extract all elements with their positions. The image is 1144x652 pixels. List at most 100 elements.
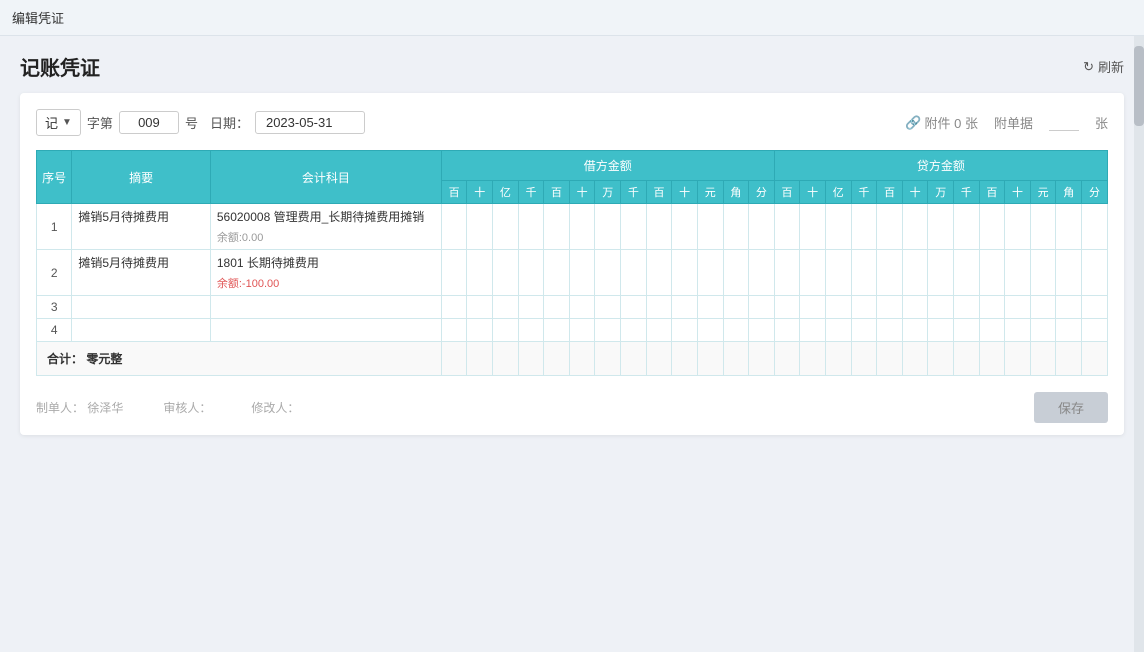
table-row: 1 摊销5月待摊费用 56020008 管理费用_长期待摊费用摊销 余额:0.0…: [37, 204, 1108, 250]
row-2-summary[interactable]: 摊销5月待摊费用: [72, 250, 211, 296]
row-1-c9[interactable]: [979, 204, 1005, 250]
table-row: 2 摊销5月待摊费用 1801 长期待摊费用 余额:-100.00: [37, 250, 1108, 296]
debit-col-2: 十: [467, 181, 493, 204]
save-button[interactable]: 保存: [1034, 392, 1108, 423]
row-2-c9[interactable]: [979, 250, 1005, 296]
attachment-link[interactable]: 🔗 附件 0 张: [905, 113, 978, 132]
row-1-summary[interactable]: 摊销5月待摊费用: [72, 204, 211, 250]
row-2-d11[interactable]: [697, 250, 723, 296]
number-input[interactable]: [119, 111, 179, 134]
row-1-d8[interactable]: [621, 204, 647, 250]
row-3-account[interactable]: [210, 296, 441, 319]
main-area: 记账凭证 ↻ 刷新 记 ▼ 字第 号 日期：: [0, 36, 1144, 652]
row-2-d10[interactable]: [672, 250, 698, 296]
col-summary: 摘要: [72, 151, 211, 204]
row-1-d12[interactable]: [723, 204, 749, 250]
row-2-d3[interactable]: [493, 250, 519, 296]
row-1-d10[interactable]: [672, 204, 698, 250]
debit-col-1: 百: [441, 181, 467, 204]
row-2-c13[interactable]: [1082, 250, 1108, 296]
row-2-d7[interactable]: [595, 250, 621, 296]
row-1-account[interactable]: 56020008 管理费用_长期待摊费用摊销 余额:0.00: [210, 204, 441, 250]
row-2-c4[interactable]: [851, 250, 877, 296]
row-2-c2[interactable]: [800, 250, 826, 296]
debit-col-13: 分: [749, 181, 775, 204]
zhang-label: 张: [1095, 113, 1108, 132]
row-2-c5[interactable]: [877, 250, 903, 296]
credit-col-1: 百: [774, 181, 800, 204]
row-1-c2[interactable]: [800, 204, 826, 250]
row-1-c12[interactable]: [1056, 204, 1082, 250]
row-1-d4[interactable]: [518, 204, 544, 250]
row-4-summary[interactable]: [72, 319, 211, 342]
row-2-c7[interactable]: [928, 250, 954, 296]
row-2-d9[interactable]: [646, 250, 672, 296]
row-1-c10[interactable]: [1005, 204, 1031, 250]
form-row: 记 ▼ 字第 号 日期： 🔗 附件 0 张 附单据 张: [36, 109, 1108, 136]
row-1-seq: 1: [37, 204, 72, 250]
paperclip-icon: 🔗: [905, 115, 921, 131]
row-1-c11[interactable]: [1030, 204, 1056, 250]
row-2-d13[interactable]: [749, 250, 775, 296]
row-2-d2[interactable]: [467, 250, 493, 296]
row-2-c11[interactable]: [1030, 250, 1056, 296]
row-1-c8[interactable]: [954, 204, 980, 250]
window-title: 编辑凭证: [12, 8, 64, 27]
row-3-summary[interactable]: [72, 296, 211, 319]
zhang-input[interactable]: [1049, 115, 1079, 131]
row-1-d11[interactable]: [697, 204, 723, 250]
row-1-d6[interactable]: [569, 204, 595, 250]
row-1-c6[interactable]: [902, 204, 928, 250]
credit-col-10: 十: [1005, 181, 1031, 204]
row-1-d1[interactable]: [441, 204, 467, 250]
row-1-d9[interactable]: [646, 204, 672, 250]
row-2-d1[interactable]: [441, 250, 467, 296]
row-1-d3[interactable]: [493, 204, 519, 250]
row-1-d5[interactable]: [544, 204, 570, 250]
attachments-group: 🔗 附件 0 张 附单据 张: [905, 113, 1108, 132]
footer-row: 制单人： 徐泽华 审核人： 修改人： 保存: [36, 386, 1108, 423]
row-1-c13[interactable]: [1082, 204, 1108, 250]
row-1-c7[interactable]: [928, 204, 954, 250]
prefix-select[interactable]: 记 ▼: [36, 109, 81, 136]
row-2-d4[interactable]: [518, 250, 544, 296]
col-seq: 序号: [37, 151, 72, 204]
credit-col-8: 千: [954, 181, 980, 204]
debit-col-7: 万: [595, 181, 621, 204]
row-1-d2[interactable]: [467, 204, 493, 250]
row-2-d5[interactable]: [544, 250, 570, 296]
row-1-d7[interactable]: [595, 204, 621, 250]
row-2-d6[interactable]: [569, 250, 595, 296]
credit-col-6: 十: [902, 181, 928, 204]
row-2-account[interactable]: 1801 长期待摊费用 余额:-100.00: [210, 250, 441, 296]
row-1-c1[interactable]: [774, 204, 800, 250]
scrollbar-thumb[interactable]: [1134, 46, 1144, 126]
row-1-balance: 余额:0.00: [217, 229, 435, 245]
row-2-balance: 余额:-100.00: [217, 275, 435, 291]
row-4-account[interactable]: [210, 319, 441, 342]
page-title: 记账凭证: [20, 52, 100, 81]
row-2-d8[interactable]: [621, 250, 647, 296]
row-1-c4[interactable]: [851, 204, 877, 250]
row-2-c3[interactable]: [825, 250, 851, 296]
row-1-c5[interactable]: [877, 204, 903, 250]
debit-col-10: 十: [672, 181, 698, 204]
modifier-label: 修改人：: [251, 399, 299, 416]
row-2-c6[interactable]: [902, 250, 928, 296]
hao-label: 号: [185, 113, 198, 132]
date-input[interactable]: [255, 111, 365, 134]
refresh-label: 刷新: [1098, 57, 1124, 76]
row-2-c10[interactable]: [1005, 250, 1031, 296]
scrollbar-track: [1134, 36, 1144, 652]
row-1-account-text: 56020008 管理费用_长期待摊费用摊销: [217, 208, 435, 225]
row-2-c8[interactable]: [954, 250, 980, 296]
table-container: 序号 摘要 会计科目 借方金额 贷方金额 百 十 亿 千 百 十 万: [36, 150, 1108, 376]
row-1-d13[interactable]: [749, 204, 775, 250]
row-2-c1[interactable]: [774, 250, 800, 296]
debit-col-11: 元: [697, 181, 723, 204]
refresh-button[interactable]: ↻ 刷新: [1083, 57, 1124, 76]
row-1-c3[interactable]: [825, 204, 851, 250]
table-row: 3: [37, 296, 1108, 319]
row-2-c12[interactable]: [1056, 250, 1082, 296]
row-2-d12[interactable]: [723, 250, 749, 296]
